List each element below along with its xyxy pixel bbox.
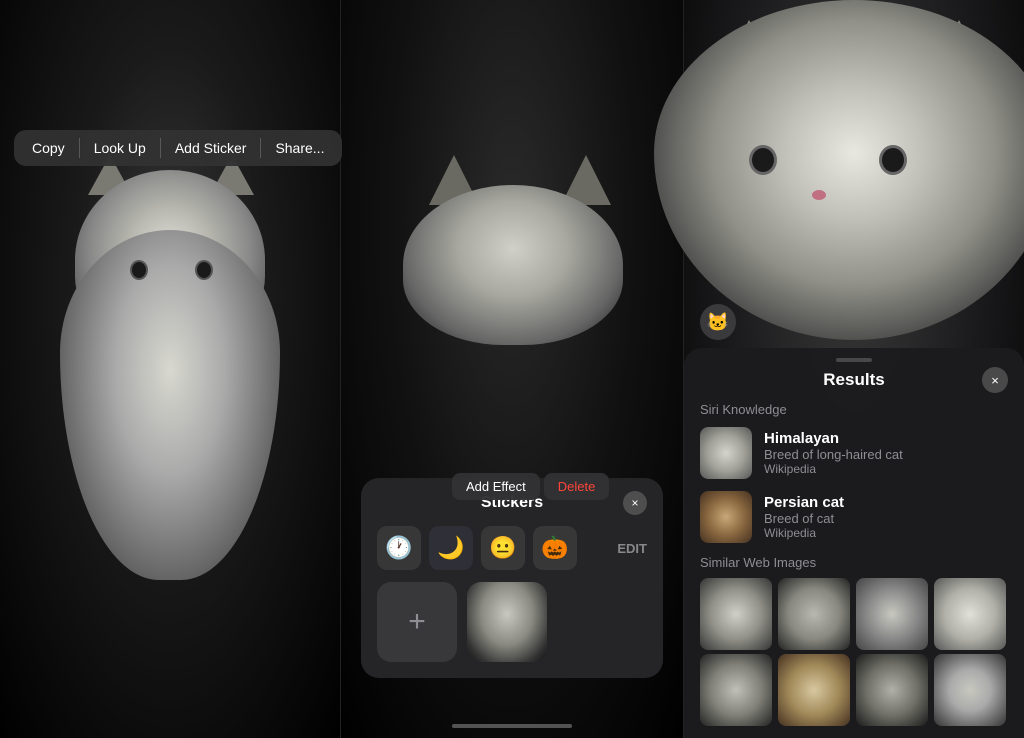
lookup-button[interactable]: Look Up xyxy=(82,134,158,162)
results-panel: Results × Siri Knowledge Himalayan Breed… xyxy=(684,348,1024,738)
sticker-cat-thumbnail[interactable] xyxy=(467,582,547,662)
himalayan-name: Himalayan xyxy=(764,430,903,447)
add-sticker-button[interactable]: Add Sticker xyxy=(163,134,259,162)
delete-button[interactable]: Delete xyxy=(544,473,610,500)
persian-name: Persian cat xyxy=(764,494,844,511)
similar-image-2[interactable] xyxy=(778,578,850,650)
knowledge-item-himalayan[interactable]: Himalayan Breed of long-haired cat Wikip… xyxy=(700,427,1008,479)
copy-button[interactable]: Copy xyxy=(20,134,77,162)
himalayan-thumbnail xyxy=(700,427,752,479)
persian-thumbnail xyxy=(700,491,752,543)
avatar-emoji: 🐱 xyxy=(707,312,729,333)
siri-knowledge-section-title: Siri Knowledge xyxy=(700,402,1008,417)
persian-desc: Breed of cat xyxy=(764,511,844,526)
himalayan-desc: Breed of long-haired cat xyxy=(764,447,903,462)
similar-images-title: Similar Web Images xyxy=(700,555,1008,570)
similar-image-8[interactable] xyxy=(934,654,1006,726)
add-effect-button[interactable]: Add Effect xyxy=(452,473,540,500)
similar-images-grid-row2 xyxy=(700,654,1008,726)
divider-2 xyxy=(160,138,161,158)
stickers-grid: + xyxy=(377,582,647,662)
cat3-eye-left xyxy=(749,145,777,175)
himalayan-source: Wikipedia xyxy=(764,462,903,476)
similar-image-6[interactable] xyxy=(778,654,850,726)
stickers-close-button[interactable]: × xyxy=(623,491,647,515)
sticker-tooltip: Add Effect Delete xyxy=(452,473,609,500)
bottom-indicator xyxy=(452,724,572,728)
drag-handle xyxy=(836,358,872,362)
share-button[interactable]: Share... xyxy=(263,134,336,162)
persian-text: Persian cat Breed of cat Wikipedia xyxy=(764,494,844,540)
cat-eye-right xyxy=(195,260,213,280)
sticker-icon-moon[interactable]: 🌙 xyxy=(429,526,473,570)
avatar[interactable]: 🐱 xyxy=(700,304,736,340)
divider-1 xyxy=(79,138,80,158)
similar-image-4[interactable] xyxy=(934,578,1006,650)
persian-source: Wikipedia xyxy=(764,526,844,540)
panel-left: Copy Look Up Add Sticker Share... xyxy=(0,0,340,738)
sticker-icon-pumpkin[interactable]: 🎃 xyxy=(533,526,577,570)
context-menu: Copy Look Up Add Sticker Share... xyxy=(14,130,342,166)
results-close-button[interactable]: × xyxy=(982,367,1008,393)
cat2-head xyxy=(403,185,623,345)
similar-image-5[interactable] xyxy=(700,654,772,726)
sticker-icon-clock[interactable]: 🕐 xyxy=(377,526,421,570)
cat-eye-left xyxy=(130,260,148,280)
divider-3 xyxy=(260,138,261,158)
add-sticker-plus-button[interactable]: + xyxy=(377,582,457,662)
similar-images-grid xyxy=(700,578,1008,650)
similar-image-3[interactable] xyxy=(856,578,928,650)
similar-image-7[interactable] xyxy=(856,654,928,726)
himalayan-thumb-img xyxy=(700,427,752,479)
sticker-edit-button[interactable]: EDIT xyxy=(617,541,647,556)
panel-middle: Add Effect Delete Stickers × 🕐 🌙 😐 🎃 EDI… xyxy=(340,0,684,738)
panel-right: 🐱 Results × Siri Knowledge Himalayan Bre… xyxy=(684,0,1024,738)
cat3-eye-right xyxy=(879,145,907,175)
himalayan-text: Himalayan Breed of long-haired cat Wikip… xyxy=(764,430,903,476)
similar-image-1[interactable] xyxy=(700,578,772,650)
persian-thumb-img xyxy=(700,491,752,543)
sticker-icon-face[interactable]: 😐 xyxy=(481,526,525,570)
stickers-panel: Stickers × 🕐 🌙 😐 🎃 EDIT + xyxy=(361,478,663,678)
results-title: Results xyxy=(823,370,884,390)
knowledge-item-persian[interactable]: Persian cat Breed of cat Wikipedia xyxy=(700,491,1008,543)
results-content: Siri Knowledge Himalayan Breed of long-h… xyxy=(684,402,1024,732)
results-header: Results × xyxy=(684,370,1024,390)
cat3-nose xyxy=(812,190,826,200)
sticker-icons-row: 🕐 🌙 😐 🎃 EDIT xyxy=(377,526,647,570)
